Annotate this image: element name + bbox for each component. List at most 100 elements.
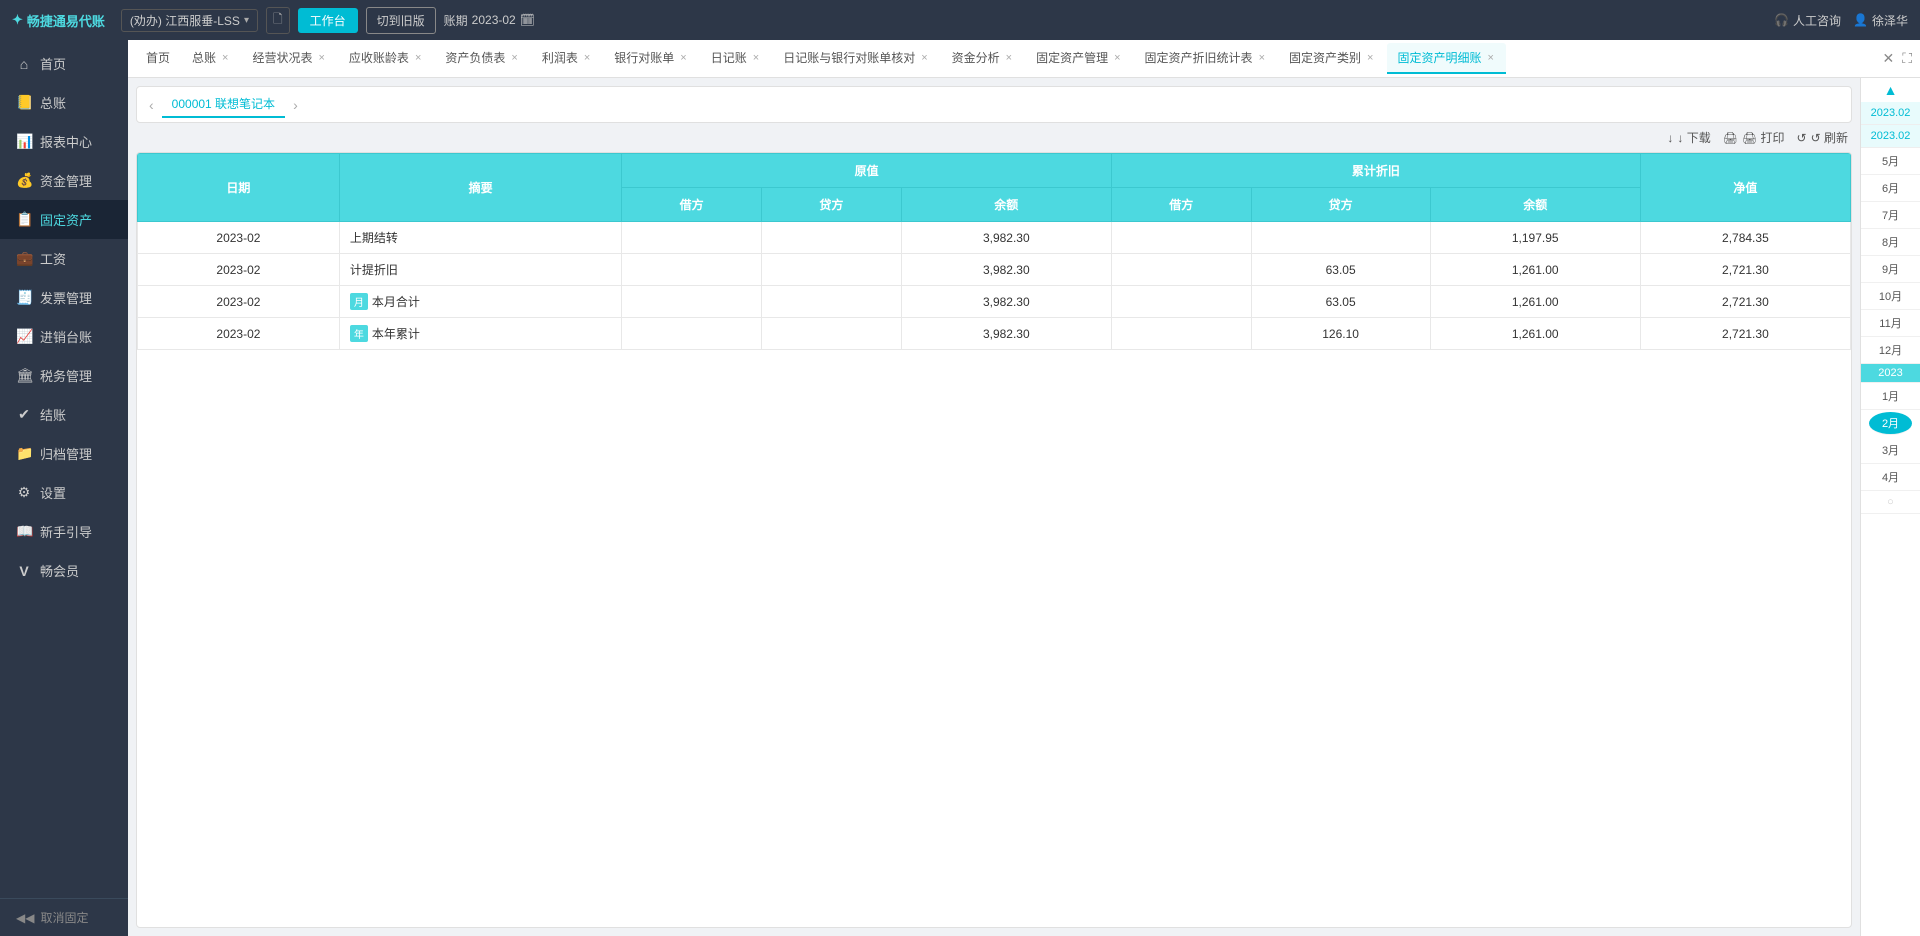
- right-panel-year-2023: 2023: [1861, 364, 1920, 383]
- col-header-dep-balance: 余额: [1430, 188, 1640, 222]
- company-dropdown-arrow: ▾: [244, 15, 249, 26]
- print-button[interactable]: 🖨 🖨 打印: [1723, 129, 1785, 146]
- right-panel-month-7[interactable]: 7月: [1861, 202, 1920, 229]
- invoices-icon: 🧾: [16, 289, 32, 306]
- sidebar-item-home[interactable]: ⌂ 首页: [0, 44, 128, 83]
- tab-journal[interactable]: 日记账 ×: [701, 43, 771, 74]
- tab-bank-statement-close[interactable]: ×: [678, 51, 688, 65]
- tab-fa-dep-stats[interactable]: 固定资产折旧统计表 ×: [1135, 43, 1277, 74]
- download-icon: ↓: [1667, 131, 1673, 145]
- tab-bar: 首页 总账 × 经营状况表 × 应收账龄表 × 资产负债表 × 利润表 ×: [128, 40, 1920, 78]
- col-header-summary: 摘要: [339, 154, 621, 222]
- sidebar-item-archive[interactable]: 📁 归档管理: [0, 434, 128, 473]
- right-panel-month-11[interactable]: 11月: [1861, 310, 1920, 337]
- sidebar-pin-toggle[interactable]: ◀◀ 取消固定: [0, 898, 128, 936]
- support-button[interactable]: 🎧 人工咨询: [1774, 12, 1841, 29]
- main-panel: ‹ 000001 联想笔记本 › ↓ ↓ 下载 🖨 🖨 打印: [128, 78, 1860, 936]
- col-header-original-group: 原值: [622, 154, 1112, 188]
- tab-journal-bank-reconcile-close[interactable]: ×: [919, 51, 929, 65]
- right-panel-month-3[interactable]: 3月: [1861, 437, 1920, 464]
- workspace-button[interactable]: 工作台: [298, 8, 358, 33]
- reports-icon: 📊: [16, 133, 32, 150]
- sub-tab-prev-arrow[interactable]: ‹: [145, 97, 158, 113]
- tab-fund-analysis[interactable]: 资金分析 ×: [942, 43, 1024, 74]
- main-layout: ⌂ 首页 📒 总账 📊 报表中心 💰 资金管理 📋 固定资产 💼 工资 🧾 发票…: [0, 40, 1920, 936]
- tab-balance-sheet-close[interactable]: ×: [509, 51, 519, 65]
- table-container: 日期 摘要 原值 累计折旧 净值 借方 贷方 余额 借方: [136, 152, 1852, 928]
- tab-fa-category[interactable]: 固定资产类别 ×: [1279, 43, 1385, 74]
- right-panel-up-arrow[interactable]: ▲: [1884, 82, 1898, 98]
- right-panel-month-5[interactable]: 5月: [1861, 148, 1920, 175]
- sidebar-item-tax[interactable]: 🏛 税务管理: [0, 356, 128, 395]
- company-selector[interactable]: (劝办) 江西服垂-LSS ▾: [121, 9, 258, 32]
- tab-close-all-icon[interactable]: ✕: [1882, 50, 1894, 67]
- tab-business-status[interactable]: 经营状况表 ×: [242, 43, 336, 74]
- table-row: 2023-02年本年累计3,982.30126.101,261.002,721.…: [138, 318, 1851, 350]
- tab-fa-management-close[interactable]: ×: [1112, 51, 1122, 65]
- sub-tab-nav: ‹ 000001 联想笔记本 ›: [136, 86, 1852, 123]
- tab-ar-aging[interactable]: 应收账龄表 ×: [339, 43, 433, 74]
- sidebar-item-guide[interactable]: 📖 新手引导: [0, 512, 128, 551]
- sidebar-item-payroll[interactable]: 💼 工资: [0, 239, 128, 278]
- refresh-button[interactable]: ↺ ↺ 刷新: [1797, 129, 1848, 146]
- row-tag: 月: [350, 293, 368, 310]
- tab-income-stmt[interactable]: 利润表 ×: [532, 43, 602, 74]
- sidebar-item-invoices[interactable]: 🧾 发票管理: [0, 278, 128, 317]
- tab-home[interactable]: 首页: [136, 43, 180, 74]
- switch-old-version-button[interactable]: 切到旧版: [366, 7, 436, 34]
- right-panel-month-2-active[interactable]: 2月: [1869, 412, 1912, 435]
- tab-bank-statement[interactable]: 银行对账单 ×: [604, 43, 698, 74]
- right-panel-month-8[interactable]: 8月: [1861, 229, 1920, 256]
- copy-button[interactable]: 🗋: [266, 7, 290, 34]
- sidebar-item-funds[interactable]: 💰 资金管理: [0, 161, 128, 200]
- right-panel-date-2023-02-second[interactable]: 2023.02: [1861, 125, 1920, 148]
- sidebar-item-reports[interactable]: 📊 报表中心: [0, 122, 128, 161]
- sub-tab-next-arrow[interactable]: ›: [289, 97, 302, 113]
- tab-fa-detail-ledger-close[interactable]: ×: [1485, 51, 1495, 65]
- sidebar-item-member[interactable]: V 畅会员: [0, 551, 128, 590]
- col-header-dep-credit: 贷方: [1251, 188, 1430, 222]
- right-panel-month-10[interactable]: 10月: [1861, 283, 1920, 310]
- sales-icon: 📈: [16, 328, 32, 345]
- tab-fa-category-close[interactable]: ×: [1365, 51, 1375, 65]
- tab-fa-dep-stats-close[interactable]: ×: [1257, 51, 1267, 65]
- right-panel-month-6[interactable]: 6月: [1861, 175, 1920, 202]
- sidebar-item-close[interactable]: ✔ 结账: [0, 395, 128, 434]
- tab-fa-management[interactable]: 固定资产管理 ×: [1026, 43, 1132, 74]
- tab-fa-detail-ledger[interactable]: 固定资产明细账 ×: [1387, 43, 1505, 74]
- settings-icon: ⚙: [16, 484, 32, 501]
- sub-tab-asset[interactable]: 000001 联想笔记本: [162, 91, 285, 118]
- col-header-depreciation-group: 累计折旧: [1111, 154, 1640, 188]
- fixed-assets-icon: 📋: [16, 211, 32, 228]
- col-header-net-value: 净值: [1640, 154, 1850, 222]
- tab-ledger[interactable]: 总账 ×: [182, 43, 240, 74]
- tab-journal-bank-reconcile[interactable]: 日记账与银行对账单核对 ×: [773, 43, 939, 74]
- tab-fund-analysis-close[interactable]: ×: [1004, 51, 1014, 65]
- period-calendar-icon[interactable]: 🗓: [520, 13, 535, 27]
- tab-income-stmt-close[interactable]: ×: [582, 51, 592, 65]
- tab-journal-close[interactable]: ×: [751, 51, 761, 65]
- right-panel-month-4[interactable]: 4月: [1861, 464, 1920, 491]
- sidebar-item-settings[interactable]: ⚙ 设置: [0, 473, 128, 512]
- sidebar-item-fixed-assets[interactable]: 📋 固定资产: [0, 200, 128, 239]
- tab-ar-aging-close[interactable]: ×: [413, 51, 423, 65]
- right-panel-month-9[interactable]: 9月: [1861, 256, 1920, 283]
- right-panel-month-1[interactable]: 1月: [1861, 383, 1920, 410]
- tab-business-status-close[interactable]: ×: [316, 51, 326, 65]
- sidebar-item-ledger[interactable]: 📒 总账: [0, 83, 128, 122]
- user-menu[interactable]: 👤 徐泽华: [1853, 12, 1908, 29]
- download-button[interactable]: ↓ ↓ 下载: [1667, 129, 1710, 146]
- toolbar: ↓ ↓ 下载 🖨 🖨 打印 ↺ ↺ 刷新: [136, 129, 1852, 146]
- funds-icon: 💰: [16, 172, 32, 189]
- col-header-orig-balance: 余额: [901, 188, 1111, 222]
- right-panel-more-icon[interactable]: ○: [1861, 491, 1920, 514]
- app-logo: ✦ 畅捷通易代账: [12, 11, 105, 30]
- sidebar-item-sales-ledger[interactable]: 📈 进销台账: [0, 317, 128, 356]
- logo-icon: ✦: [12, 12, 23, 28]
- right-panel-date-2023-02-top[interactable]: 2023.02: [1861, 102, 1920, 125]
- right-panel-month-12[interactable]: 12月: [1861, 337, 1920, 364]
- tab-maximize-icon[interactable]: ⛶: [1902, 50, 1912, 67]
- tab-balance-sheet[interactable]: 资产负债表 ×: [435, 43, 529, 74]
- refresh-icon: ↺: [1797, 131, 1807, 145]
- tab-ledger-close[interactable]: ×: [220, 51, 230, 65]
